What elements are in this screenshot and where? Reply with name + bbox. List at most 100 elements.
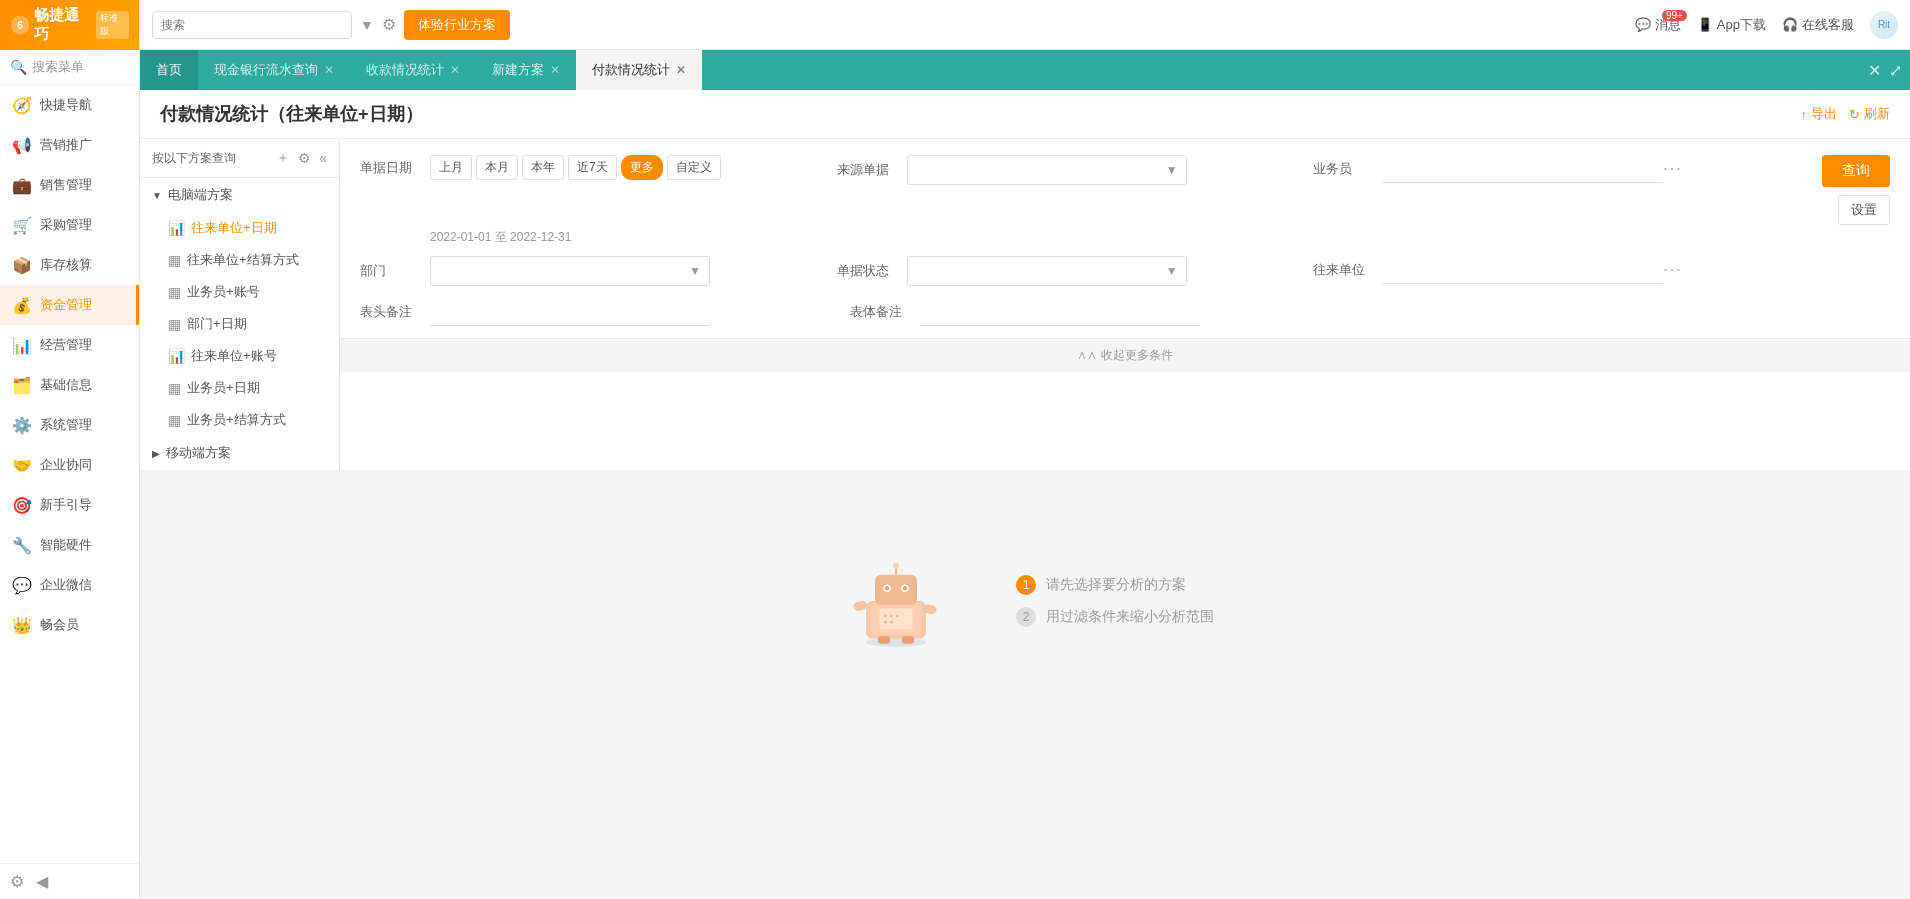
tab-payment-stats[interactable]: 付款情况统计 ✕	[576, 50, 702, 90]
export-icon: ↑	[1801, 107, 1808, 122]
sidebar-item-marketing[interactable]: 📢 营销推广	[0, 125, 139, 165]
export-btn[interactable]: ↑ 导出	[1801, 105, 1838, 123]
settings-footer-icon[interactable]: ⚙	[10, 872, 24, 891]
scheme-item-salesman-date[interactable]: ▦ 业务员+日期	[140, 372, 339, 404]
tab-receipt-stats-close[interactable]: ✕	[450, 63, 460, 77]
sidebar-item-finance[interactable]: 💰 资金管理	[0, 285, 139, 325]
tab-receipt-stats[interactable]: 收款情况统计 ✕	[350, 50, 476, 90]
table-body-note-input[interactable]	[920, 298, 1200, 326]
collapse-sidebar-icon[interactable]: ◀	[36, 872, 48, 891]
refresh-btn[interactable]: ↻ 刷新	[1849, 105, 1890, 123]
sidebar-item-guide[interactable]: 🎯 新手引导	[0, 485, 139, 525]
marketing-icon: 📢	[12, 135, 32, 155]
collapse-bar[interactable]: ∧∧ 收起更多条件	[340, 338, 1910, 372]
svg-rect-5	[875, 575, 917, 605]
tab-bank-flow[interactable]: 现金银行流水查询 ✕	[198, 50, 350, 90]
tabs-bar: 首页 现金银行流水查询 ✕ 收款情况统计 ✕ 新建方案 ✕ 付款情况统计 ✕ ✕…	[140, 50, 1910, 90]
filter-table-header-note-col: 表头备注	[360, 298, 830, 326]
partner-input[interactable]	[1383, 256, 1663, 284]
date-buttons: 上月 本月 本年 近7天 更多 自定义	[430, 155, 721, 180]
sidebar-item-quick-nav[interactable]: 🧭 快捷导航	[0, 85, 139, 125]
sidebar-item-operations[interactable]: 📊 经营管理	[0, 325, 139, 365]
app-download-btn[interactable]: 📱 App下载	[1697, 16, 1766, 34]
sidebar-item-purchase[interactable]: 🛒 采购管理	[0, 205, 139, 245]
sidebar-item-vip[interactable]: 👑 畅会员	[0, 605, 139, 645]
date-btn-7days[interactable]: 近7天	[568, 155, 617, 180]
sidebar-item-inventory[interactable]: 📦 库存核算	[0, 245, 139, 285]
tab-payment-stats-label: 付款情况统计	[592, 61, 670, 79]
svg-point-21	[890, 621, 893, 624]
dept-select[interactable]: ▼	[430, 256, 710, 286]
topbar-search-input[interactable]	[152, 11, 352, 39]
table-icon: ▦	[168, 380, 181, 396]
date-btn-last-month[interactable]: 上月	[430, 155, 472, 180]
tab-home[interactable]: 首页	[140, 50, 198, 90]
dropdown-arrow-icon[interactable]: ▼	[360, 17, 374, 33]
salesman-label: 业务员	[1313, 160, 1383, 178]
filter-row-notes: 表头备注 表体备注	[360, 298, 1890, 326]
tab-new-scheme-close[interactable]: ✕	[550, 63, 560, 77]
filter-actions: 查询 设置	[1790, 155, 1890, 225]
date-btn-more[interactable]: 更多	[621, 155, 663, 180]
table-header-note-input[interactable]	[430, 298, 710, 326]
filter-dept-col: 部门 ▼	[360, 256, 837, 286]
sidebar-item-basic[interactable]: 🗂️ 基础信息	[0, 365, 139, 405]
tab-payment-stats-close[interactable]: ✕	[676, 63, 686, 77]
table-icon: ▦	[168, 412, 181, 428]
add-scheme-icon[interactable]: ＋	[276, 149, 290, 167]
expand-tabs-icon[interactable]: ⤢	[1889, 61, 1902, 80]
salesman-input[interactable]	[1383, 155, 1663, 183]
scheme-item-partner-account[interactable]: 📊 往来单位+账号	[140, 340, 339, 372]
trial-btn[interactable]: 体验行业方案	[404, 10, 510, 40]
query-btn[interactable]: 查询	[1822, 155, 1890, 187]
scheme-sidebar-title: 按以下方案查询	[152, 150, 236, 167]
online-service-btn[interactable]: 🎧 在线客服	[1782, 16, 1854, 34]
svg-point-17	[884, 615, 887, 618]
scheme-group-header-mobile[interactable]: ▶ 移动端方案	[140, 436, 339, 470]
salesman-more-icon[interactable]: ···	[1663, 160, 1682, 178]
tabs-actions: ✕ ⤢	[1868, 61, 1910, 80]
step2-text: 用过滤条件来缩小分析范围	[1046, 608, 1214, 626]
partner-label: 往来单位	[1313, 261, 1383, 279]
table-header-note-label: 表头备注	[360, 303, 430, 321]
scheme-item-partner-date[interactable]: 📊 往来单位+日期	[140, 212, 339, 244]
sidebar-item-system[interactable]: ⚙️ 系统管理	[0, 405, 139, 445]
scheme-item-salesman-account[interactable]: ▦ 业务员+账号	[140, 276, 339, 308]
date-btn-custom[interactable]: 自定义	[667, 155, 721, 180]
sidebar-item-enterprise[interactable]: 🤝 企业协同	[0, 445, 139, 485]
empty-state-content: 1 请先选择要分析的方案 2 用过滤条件来缩小分析范围	[836, 551, 1214, 651]
tab-bank-flow-close[interactable]: ✕	[324, 63, 334, 77]
topbar-gear-icon[interactable]: ⚙	[382, 15, 396, 34]
message-btn[interactable]: 💬 消息 99+	[1635, 16, 1681, 34]
filter-panel: 单据日期 上月 本月 本年 近7天 更多 自定义 来源单据	[340, 139, 1910, 470]
hardware-icon: 🔧	[12, 535, 32, 555]
scheme-collapse-icon[interactable]: «	[319, 150, 327, 166]
date-range-display: 2022-01-01 至 2022-12-31	[430, 229, 1890, 246]
sidebar-item-hardware[interactable]: 🔧 智能硬件	[0, 525, 139, 565]
sidebar-item-sales[interactable]: 💼 销售管理	[0, 165, 139, 205]
tab-new-scheme[interactable]: 新建方案 ✕	[476, 50, 576, 90]
tab-bank-flow-label: 现金银行流水查询	[214, 61, 318, 79]
scheme-settings-icon[interactable]: ⚙	[298, 150, 311, 166]
step2-circle: 2	[1016, 607, 1036, 627]
date-btn-this-year[interactable]: 本年	[522, 155, 564, 180]
sidebar-item-wechat[interactable]: 💬 企业微信	[0, 565, 139, 605]
close-all-tabs-icon[interactable]: ✕	[1868, 61, 1881, 80]
scheme-item-partner-settle[interactable]: ▦ 往来单位+结算方式	[140, 244, 339, 276]
avatar[interactable]: Rit	[1870, 11, 1898, 39]
date-btn-this-month[interactable]: 本月	[476, 155, 518, 180]
source-label: 来源单据	[837, 161, 907, 179]
dept-label: 部门	[360, 262, 430, 280]
app-icon: 📱	[1697, 17, 1713, 32]
voucher-status-arrow-icon: ▼	[1166, 264, 1178, 278]
sidebar-nav: 🧭 快捷导航 📢 营销推广 💼 销售管理 🛒 采购管理 📦 库存核算 💰	[0, 85, 139, 863]
vip-icon: 👑	[12, 615, 32, 635]
source-select[interactable]: ▼	[907, 155, 1187, 185]
scheme-item-dept-date[interactable]: ▦ 部门+日期	[140, 308, 339, 340]
scheme-item-salesman-settle[interactable]: ▦ 业务员+结算方式	[140, 404, 339, 436]
sidebar-search[interactable]: 🔍 搜索菜单	[0, 50, 139, 85]
scheme-group-header-pc[interactable]: ▼ 电脑端方案	[140, 178, 339, 212]
partner-more-icon[interactable]: ···	[1663, 261, 1682, 279]
settings-btn[interactable]: 设置	[1838, 195, 1890, 225]
voucher-status-select[interactable]: ▼	[907, 256, 1187, 286]
